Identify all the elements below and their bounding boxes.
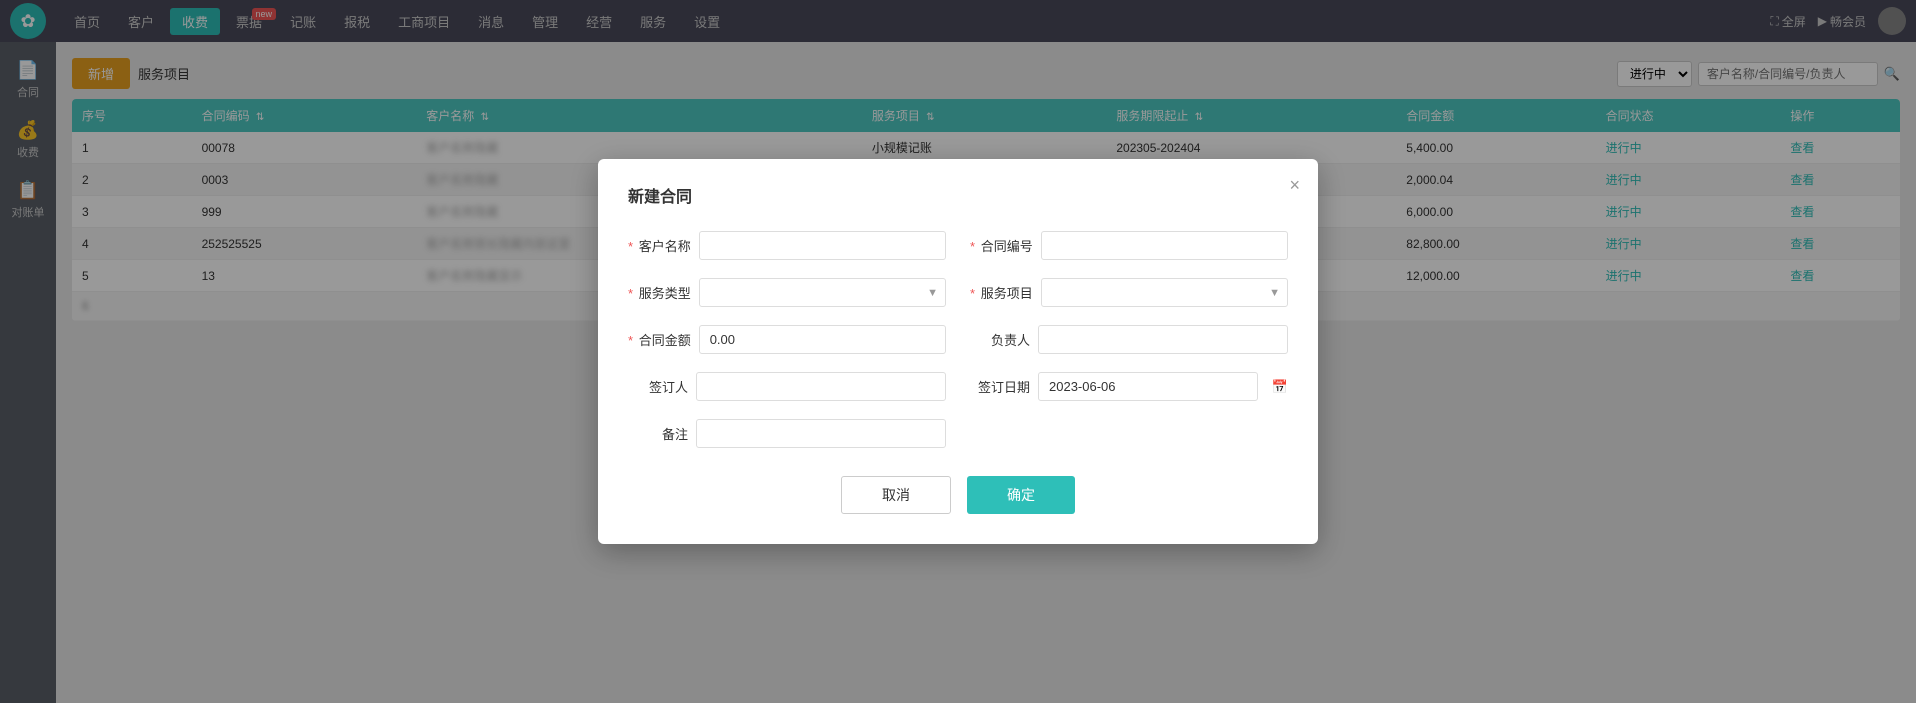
form-group-notes: 备注	[628, 419, 946, 448]
form-group-amount: * 合同金额	[628, 325, 946, 354]
confirm-button[interactable]: 确定	[967, 476, 1075, 514]
contract-amount-label: * 合同金额	[628, 330, 691, 349]
contract-no-label: * 合同编号	[970, 236, 1033, 255]
service-item-select[interactable]	[1041, 278, 1288, 307]
service-type-label: * 服务类型	[628, 283, 691, 302]
form-row-1: * 客户名称 * 合同编号	[628, 231, 1288, 260]
service-item-label: * 服务项目	[970, 283, 1033, 302]
form-row-5: 备注	[628, 419, 1288, 448]
sign-date-label: 签订日期	[970, 377, 1030, 396]
notes-label: 备注	[628, 424, 688, 443]
form-row-4: 签订人 签订日期 📅	[628, 372, 1288, 401]
form-group-signer: 签订人	[628, 372, 946, 401]
form-group-responsible: 负责人	[970, 325, 1288, 354]
modal-footer: 取消 确定	[628, 476, 1288, 514]
calendar-icon[interactable]: 📅	[1272, 379, 1288, 395]
contract-amount-input[interactable]	[699, 325, 946, 354]
modal-title: 新建合同	[628, 183, 1288, 207]
customer-name-label: * 客户名称	[628, 236, 691, 255]
service-type-select[interactable]	[699, 278, 946, 307]
form-group-sign-date: 签订日期 📅	[970, 372, 1288, 401]
signer-input[interactable]	[696, 372, 946, 401]
cancel-button[interactable]: 取消	[841, 476, 951, 514]
form-group-contract-no: * 合同编号	[970, 231, 1288, 260]
service-type-select-wrap: ▼	[699, 278, 946, 307]
signer-label: 签订人	[628, 377, 688, 396]
form-group-service-type: * 服务类型 ▼	[628, 278, 946, 307]
sign-date-input[interactable]	[1038, 372, 1258, 401]
form-row-2: * 服务类型 ▼ * 服务项目	[628, 278, 1288, 307]
responsible-input[interactable]	[1038, 325, 1288, 354]
responsible-label: 负责人	[970, 330, 1030, 349]
customer-name-input[interactable]	[699, 231, 946, 260]
modal-overlay: 新建合同 × * 客户名称 * 合同编号	[0, 0, 1916, 703]
modal-close-button[interactable]: ×	[1289, 175, 1300, 196]
service-item-select-wrap: ▼	[1041, 278, 1288, 307]
notes-input[interactable]	[696, 419, 946, 448]
new-contract-modal: 新建合同 × * 客户名称 * 合同编号	[598, 159, 1318, 544]
form-group-customer: * 客户名称	[628, 231, 946, 260]
form-group-service-item: * 服务项目 ▼	[970, 278, 1288, 307]
contract-no-input[interactable]	[1041, 231, 1288, 260]
form-row-3: * 合同金额 负责人	[628, 325, 1288, 354]
